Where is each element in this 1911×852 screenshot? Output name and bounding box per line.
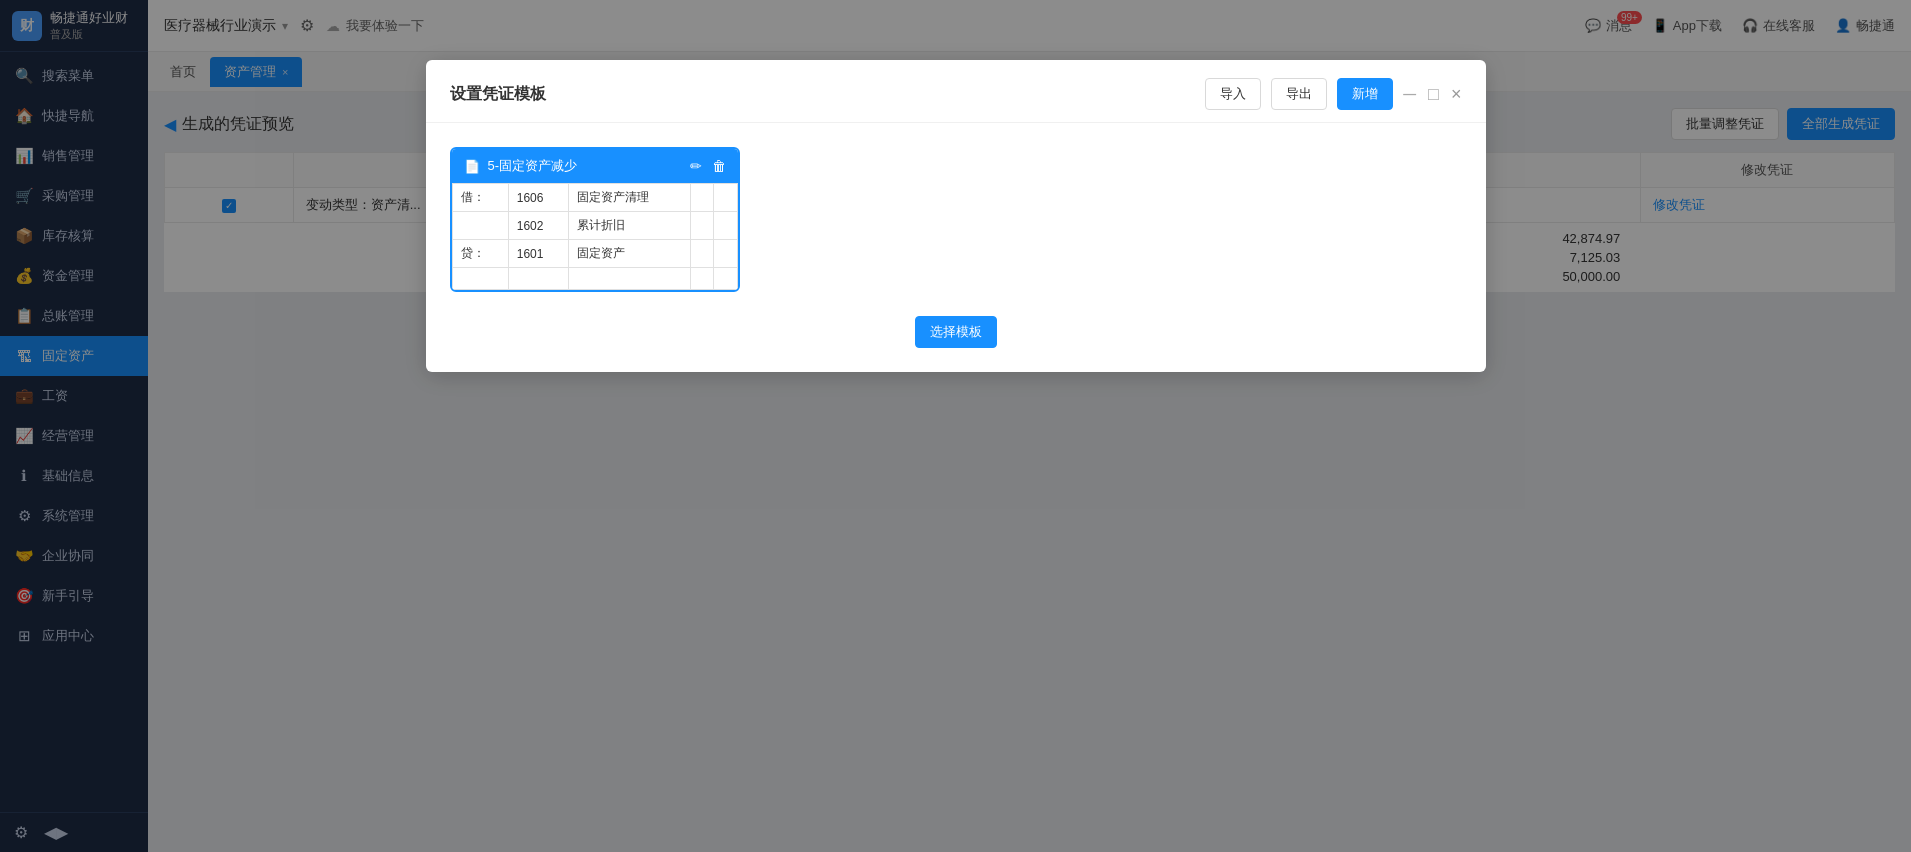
empty-4 [690, 268, 713, 290]
template-list: 📄 5-固定资产减少 ✏ 🗑 借： [450, 147, 1462, 292]
export-btn[interactable]: 导出 [1271, 78, 1327, 110]
modal-maximize-btn[interactable]: □ [1428, 85, 1439, 103]
template-entry-row: 借： 1606 固定资产清理 [452, 184, 737, 212]
modal-header: 设置凭证模板 导入 导出 新增 ─ □ × [426, 60, 1486, 123]
template-card-1: 📄 5-固定资产减少 ✏ 🗑 借： [450, 147, 740, 292]
empty-1 [452, 268, 508, 290]
empty-3 [568, 268, 690, 290]
entry-amount-1 [690, 184, 713, 212]
modal-close-btn[interactable]: × [1451, 85, 1462, 103]
new-template-btn[interactable]: 新增 [1337, 78, 1393, 110]
entry-col5-1 [714, 184, 737, 212]
entry-col5-3 [714, 240, 737, 268]
template-card-header: 📄 5-固定资产减少 ✏ 🗑 [452, 149, 738, 183]
template-entries-table: 借： 1606 固定资产清理 1602 累计折旧 [452, 183, 738, 290]
entry-name-2: 累计折旧 [568, 212, 690, 240]
entry-name-3: 固定资产 [568, 240, 690, 268]
entry-amount-2 [690, 212, 713, 240]
template-entry-row-empty [452, 268, 737, 290]
template-entry-row: 1602 累计折旧 [452, 212, 737, 240]
template-card-title: 📄 5-固定资产减少 [464, 157, 578, 175]
empty-5 [714, 268, 737, 290]
template-icon: 📄 [464, 159, 480, 174]
entry-col5-2 [714, 212, 737, 240]
entry-code-1: 1606 [508, 184, 568, 212]
entry-name-1: 固定资产清理 [568, 184, 690, 212]
modal-title: 设置凭证模板 [450, 84, 546, 105]
template-card-actions: ✏ 🗑 [690, 158, 726, 174]
modal-window-controls: ─ □ × [1403, 85, 1461, 103]
entry-direction-1: 借： [452, 184, 508, 212]
entry-code-3: 1601 [508, 240, 568, 268]
modal-header-actions: 导入 导出 新增 ─ □ × [1205, 78, 1461, 110]
entry-direction-3: 贷： [452, 240, 508, 268]
entry-amount-3 [690, 240, 713, 268]
entry-code-2: 1602 [508, 212, 568, 240]
template-delete-btn[interactable]: 🗑 [712, 158, 726, 174]
entry-direction-2 [452, 212, 508, 240]
modal-body: 📄 5-固定资产减少 ✏ 🗑 借： [426, 123, 1486, 372]
modal-dialog: 设置凭证模板 导入 导出 新增 ─ □ × 📄 5-固定资产减少 [426, 60, 1486, 372]
template-card-body: 借： 1606 固定资产清理 1602 累计折旧 [452, 183, 738, 290]
import-btn[interactable]: 导入 [1205, 78, 1261, 110]
modal-overlay: 设置凭证模板 导入 导出 新增 ─ □ × 📄 5-固定资产减少 [0, 0, 1911, 852]
template-entry-row: 贷： 1601 固定资产 [452, 240, 737, 268]
modal-minimize-btn[interactable]: ─ [1403, 85, 1416, 103]
empty-2 [508, 268, 568, 290]
select-template-btn[interactable]: 选择模板 [915, 316, 997, 348]
template-edit-btn[interactable]: ✏ [690, 158, 702, 174]
